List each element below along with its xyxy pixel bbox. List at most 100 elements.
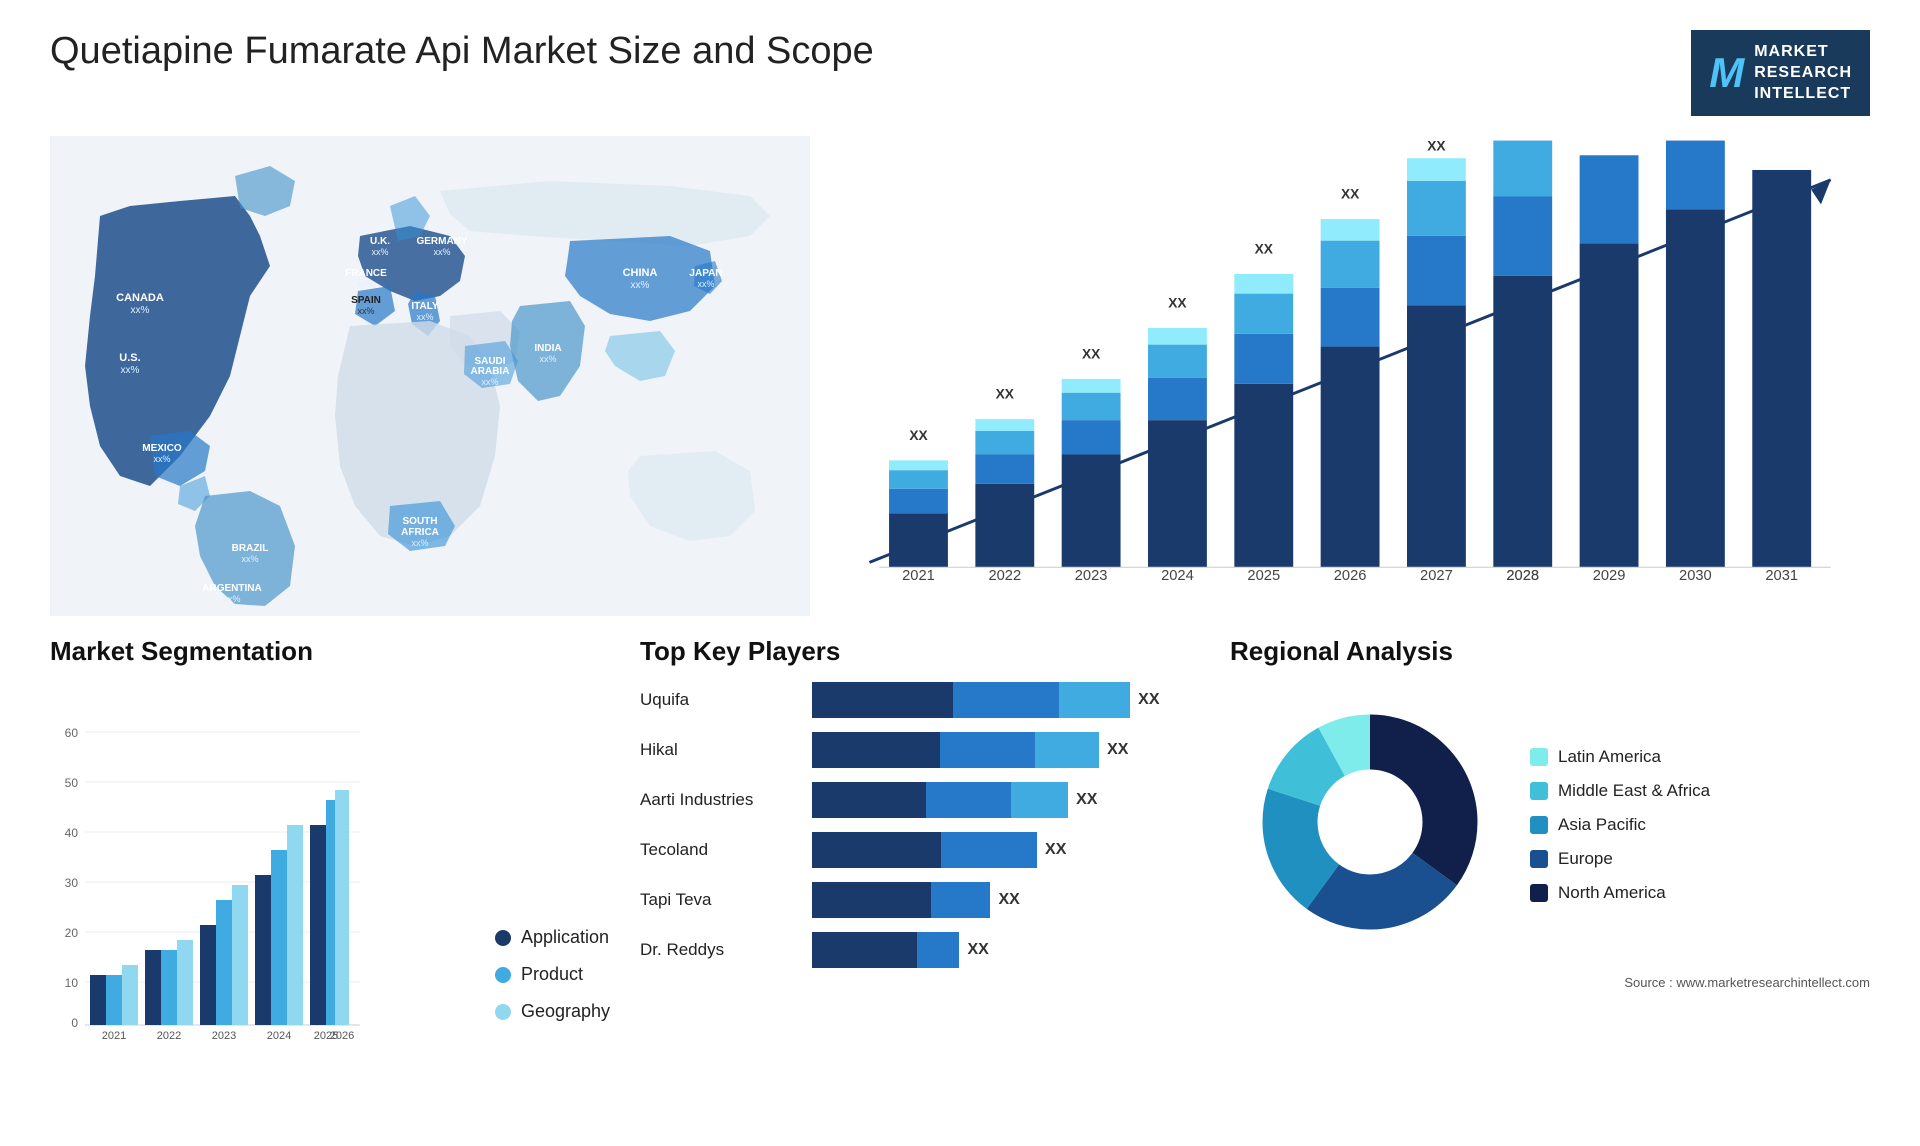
svg-text:10: 10	[65, 976, 79, 990]
legend-product: Product	[495, 964, 610, 985]
svg-text:xx%: xx%	[416, 312, 433, 322]
player-row-uquifa: Uquifa XX	[640, 682, 1200, 718]
player-name-tecoland: Tecoland	[640, 840, 800, 860]
main-content: CANADA xx% U.S. xx% MEXICO xx% BRAZIL xx…	[50, 136, 1870, 1106]
regional-title: Regional Analysis	[1230, 636, 1870, 667]
reg-legend-europe: Europe	[1530, 849, 1710, 869]
map-section: CANADA xx% U.S. xx% MEXICO xx% BRAZIL xx…	[50, 136, 810, 616]
reg-label-europe: Europe	[1558, 849, 1613, 869]
page: Quetiapine Fumarate Api Market Size and …	[0, 0, 1920, 1146]
svg-text:XX: XX	[909, 428, 928, 443]
top-row: CANADA xx% U.S. xx% MEXICO xx% BRAZIL xx…	[50, 136, 1870, 616]
svg-text:xx%: xx%	[411, 538, 428, 548]
legend-dot-application	[495, 930, 511, 946]
svg-text:CHINA: CHINA	[623, 267, 658, 279]
bar-chart-section: XX 2021 XX 2022 XX 2023	[840, 136, 1870, 616]
svg-text:SOUTH: SOUTH	[403, 516, 438, 527]
svg-text:20: 20	[65, 926, 79, 940]
legend-dot-product	[495, 967, 511, 983]
player-name-hikal: Hikal	[640, 740, 800, 760]
key-players-title: Top Key Players	[640, 636, 1200, 667]
reg-dot-middle-east	[1530, 782, 1548, 800]
svg-text:U.K.: U.K.	[370, 236, 390, 247]
player-row-tecoland: Tecoland XX	[640, 832, 1200, 868]
svg-text:XX: XX	[1255, 242, 1274, 257]
logo-box: M MARKET RESEARCH INTELLECT	[1691, 30, 1870, 116]
bottom-row: Market Segmentation 60 50 40 30 20 10 0	[50, 636, 1870, 1106]
bar-chart-svg: XX 2021 XX 2022 XX 2023	[840, 136, 1870, 616]
reg-legend-middle-east: Middle East & Africa	[1530, 781, 1710, 801]
seg-chart-container: 60 50 40 30 20 10 0	[50, 682, 610, 1062]
header: Quetiapine Fumarate Api Market Size and …	[50, 30, 1870, 116]
reg-label-asia-pacific: Asia Pacific	[1558, 815, 1646, 835]
svg-text:40: 40	[65, 826, 79, 840]
reg-dot-latin-america	[1530, 748, 1548, 766]
donut-chart	[1230, 682, 1510, 962]
reg-dot-asia-pacific	[1530, 816, 1548, 834]
svg-text:2023: 2023	[212, 1030, 236, 1042]
svg-text:2026: 2026	[1334, 568, 1367, 584]
player-bar-wrap-uquifa: XX	[812, 682, 1200, 718]
svg-text:2024: 2024	[1161, 568, 1194, 584]
segmentation-section: Market Segmentation 60 50 40 30 20 10 0	[50, 636, 610, 1106]
source-text: Source : www.marketresearchintellect.com	[1230, 975, 1870, 990]
svg-text:xx%: xx%	[357, 306, 374, 316]
svg-text:XX: XX	[1427, 139, 1446, 154]
player-bar-wrap-hikal: XX	[812, 732, 1200, 768]
svg-text:xx%: xx%	[697, 279, 714, 289]
svg-text:2028: 2028	[1506, 568, 1539, 584]
svg-text:AFRICA: AFRICA	[401, 527, 439, 538]
player-name-uquifa: Uquifa	[640, 690, 800, 710]
svg-text:2022: 2022	[157, 1030, 181, 1042]
svg-text:2027: 2027	[1420, 568, 1453, 584]
logo-area: M MARKET RESEARCH INTELLECT	[1691, 30, 1870, 116]
svg-text:2025: 2025	[1247, 568, 1280, 584]
logo-text: MARKET RESEARCH INTELLECT	[1754, 42, 1852, 104]
world-map-svg: CANADA xx% U.S. xx% MEXICO xx% BRAZIL xx…	[50, 136, 810, 616]
svg-text:xx%: xx%	[539, 354, 556, 364]
svg-text:xx%: xx%	[433, 247, 450, 257]
svg-text:FRANCE: FRANCE	[345, 268, 387, 279]
seg-svg-wrap: 60 50 40 30 20 10 0	[50, 717, 465, 1062]
player-name-drreddys: Dr. Reddys	[640, 940, 800, 960]
svg-text:CANADA: CANADA	[116, 292, 164, 304]
regional-legend: Latin America Middle East & Africa Asia …	[1530, 747, 1710, 903]
legend-dot-geography	[495, 1004, 511, 1020]
svg-text:30: 30	[65, 876, 79, 890]
reg-legend-north-america: North America	[1530, 883, 1710, 903]
svg-text:2026: 2026	[330, 1030, 354, 1042]
svg-text:ITALY: ITALY	[411, 301, 439, 312]
reg-legend-latin-america: Latin America	[1530, 747, 1710, 767]
regional-section: Regional Analysis	[1230, 636, 1870, 1106]
player-name-tapiteva: Tapi Teva	[640, 890, 800, 910]
players-list: Uquifa XX Hikal	[640, 682, 1200, 968]
svg-text:2031: 2031	[1765, 568, 1798, 584]
reg-dot-europe	[1530, 850, 1548, 868]
page-title: Quetiapine Fumarate Api Market Size and …	[50, 30, 874, 73]
svg-text:ARGENTINA: ARGENTINA	[202, 583, 261, 594]
legend-application: Application	[495, 927, 610, 948]
reg-label-latin-america: Latin America	[1558, 747, 1661, 767]
svg-text:xx%: xx%	[223, 594, 240, 604]
svg-text:GERMANY: GERMANY	[416, 236, 467, 247]
reg-legend-asia-pacific: Asia Pacific	[1530, 815, 1710, 835]
svg-text:XX: XX	[996, 387, 1015, 402]
svg-text:2023: 2023	[1075, 568, 1108, 584]
player-bar-wrap-aarti: XX	[812, 782, 1200, 818]
player-row-tapiteva: Tapi Teva XX	[640, 882, 1200, 918]
svg-text:0: 0	[71, 1016, 78, 1030]
svg-text:BRAZIL: BRAZIL	[232, 543, 269, 554]
svg-text:xx%: xx%	[631, 280, 650, 291]
svg-text:2021: 2021	[902, 568, 935, 584]
reg-dot-north-america	[1530, 884, 1548, 902]
player-row-aarti: Aarti Industries XX	[640, 782, 1200, 818]
reg-label-north-america: North America	[1558, 883, 1666, 903]
svg-text:2030: 2030	[1679, 568, 1712, 584]
svg-text:ARABIA: ARABIA	[471, 366, 510, 377]
key-players-section: Top Key Players Uquifa XX	[640, 636, 1200, 1106]
svg-text:50: 50	[65, 776, 79, 790]
svg-text:xx%: xx%	[131, 305, 150, 316]
player-name-aarti: Aarti Industries	[640, 790, 800, 810]
seg-legend: Application Product Geography	[495, 927, 610, 1062]
svg-text:JAPAN: JAPAN	[689, 268, 722, 279]
